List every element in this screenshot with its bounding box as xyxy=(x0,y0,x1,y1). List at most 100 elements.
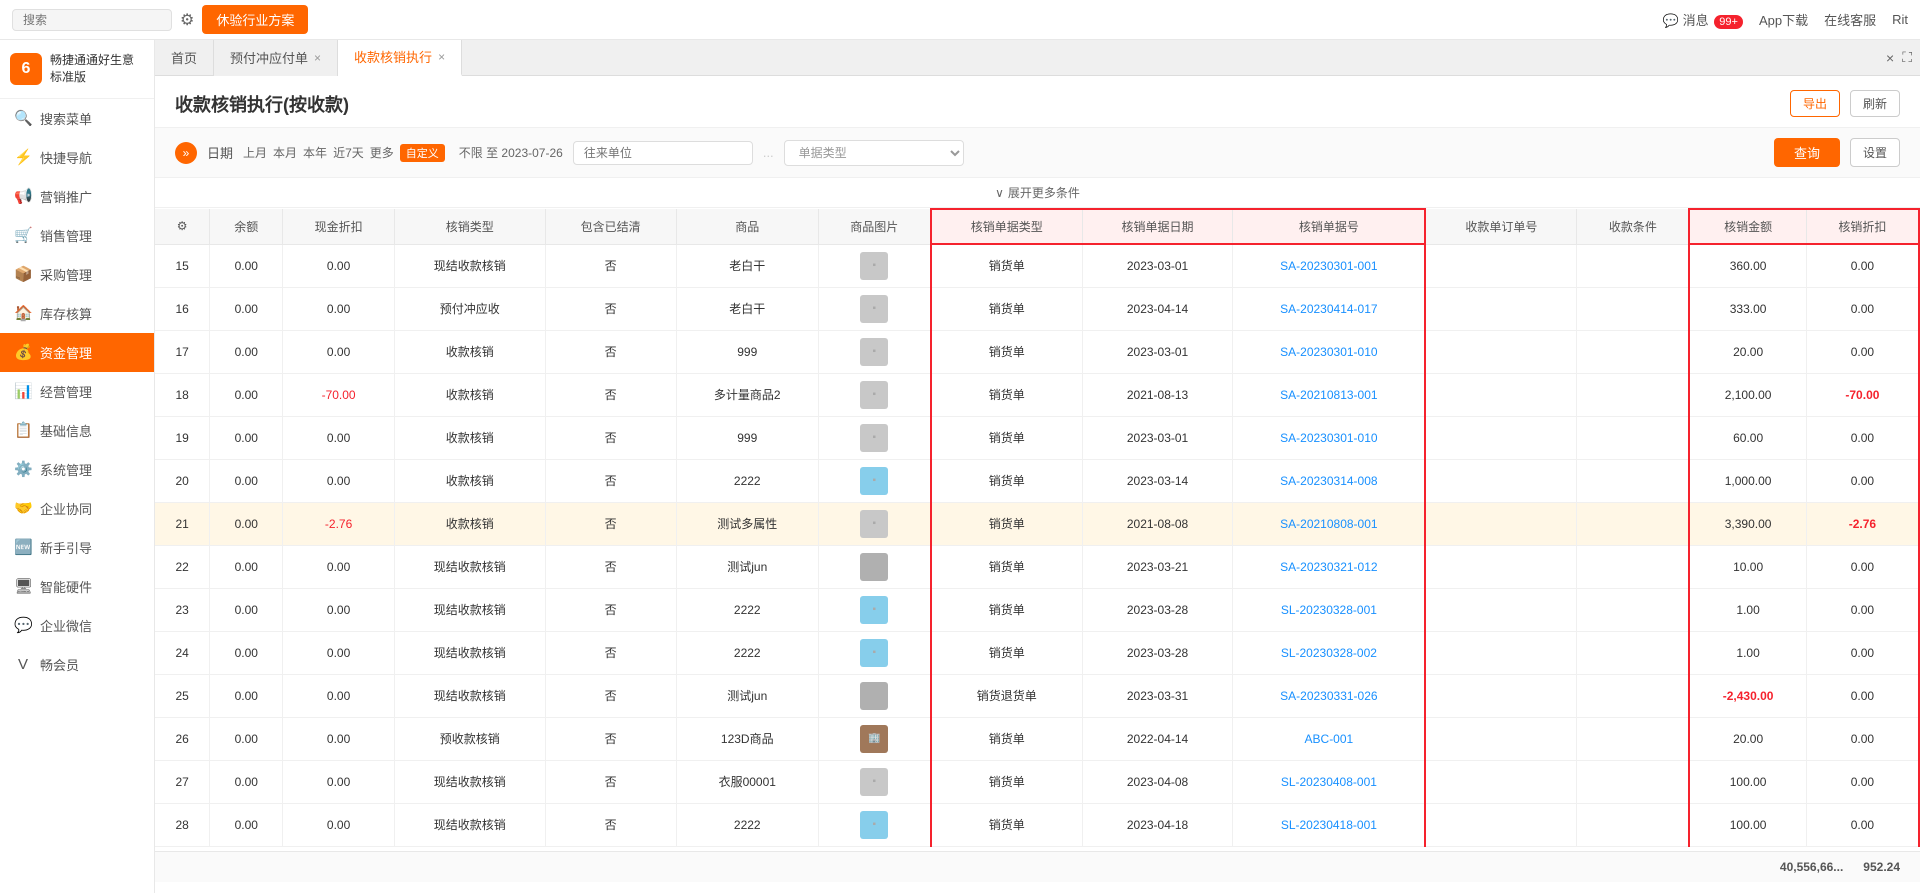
cell-cash-discount: 0.00 xyxy=(283,760,395,803)
cell-doc-no: SA-20230321-012 xyxy=(1233,545,1426,588)
sidebar-item-system[interactable]: ⚙️ 系统管理 xyxy=(0,450,154,489)
sidebar-item-marketing[interactable]: 📢 营销推广 xyxy=(0,177,154,216)
cell-no: 15 xyxy=(155,244,210,287)
user-label[interactable]: Rit xyxy=(1892,12,1908,27)
tab-receipt-writeoff-close[interactable]: × xyxy=(438,50,445,64)
filter-expand-button[interactable]: » xyxy=(175,142,197,164)
refresh-button[interactable]: 刷新 xyxy=(1850,90,1900,117)
sidebar-item-smart-hw[interactable]: 🖥 智能硬件 xyxy=(0,567,154,606)
cell-writeoff-discount: 0.00 xyxy=(1806,588,1919,631)
cell-goods-img: ▪ xyxy=(818,803,931,846)
tab-prepay-close[interactable]: × xyxy=(314,51,321,65)
cell-receipt-condition xyxy=(1577,803,1690,846)
sidebar-label-finance: 资金管理 xyxy=(40,343,92,362)
chevron-down-icon: ∨ xyxy=(995,186,1004,200)
sidebar-item-quick-nav[interactable]: ⚡ 快捷导航 xyxy=(0,138,154,177)
doc-no-link[interactable]: SL-20230328-001 xyxy=(1281,603,1377,617)
sidebar-item-inventory[interactable]: 🏠 库存核算 xyxy=(0,294,154,333)
sidebar-item-vip[interactable]: V 畅会员 xyxy=(0,645,154,684)
doc-no-link[interactable]: SA-20230301-010 xyxy=(1280,345,1377,359)
filter-more-date[interactable]: 更多 xyxy=(370,144,394,161)
industry-plan-button[interactable]: 休验行业方案 xyxy=(202,5,308,34)
tab-prepay[interactable]: 预付冲应付单 × xyxy=(214,40,338,76)
filter-source-input[interactable] xyxy=(573,141,753,165)
doc-no-link[interactable]: SL-20230408-001 xyxy=(1281,775,1377,789)
doc-no-link[interactable]: SA-20210813-001 xyxy=(1280,388,1377,402)
query-button[interactable]: 查询 xyxy=(1774,138,1840,167)
doc-no-link[interactable]: SA-20230414-017 xyxy=(1280,302,1377,316)
table-footer: 40,556,66... 952.24 xyxy=(155,851,1920,882)
doc-no-link[interactable]: SA-20230314-008 xyxy=(1280,474,1377,488)
cell-writeoff-type: 现结收款核销 xyxy=(394,588,545,631)
sidebar-item-search-menu[interactable]: 🔍 搜索菜单 xyxy=(0,99,154,138)
sidebar-item-corp-collab[interactable]: 🤝 企业协同 xyxy=(0,489,154,528)
col-settings[interactable]: ⚙ xyxy=(155,209,210,244)
message-label[interactable]: 💬 消息 99+ xyxy=(1663,10,1743,29)
settings-button[interactable]: 设置 xyxy=(1850,138,1900,167)
cell-no: 24 xyxy=(155,631,210,674)
cell-writeoff-type: 现结收款核销 xyxy=(394,803,545,846)
cell-writeoff-discount: 0.00 xyxy=(1806,545,1919,588)
doc-no-link[interactable]: SA-20230321-012 xyxy=(1280,560,1377,574)
sidebar-label-guide: 新手引导 xyxy=(40,538,92,557)
cell-doc-date: 2021-08-08 xyxy=(1082,502,1233,545)
doc-no-link[interactable]: SL-20230418-001 xyxy=(1281,818,1377,832)
filter-source-dots: ... xyxy=(763,145,774,160)
tab-close-all-button[interactable]: × xyxy=(1886,50,1894,66)
cell-goods-img xyxy=(818,545,931,588)
tab-receipt-writeoff[interactable]: 收款核销执行 × xyxy=(338,40,462,76)
online-service-link[interactable]: 在线客服 xyxy=(1824,10,1876,29)
cell-doc-type: 销货退货单 xyxy=(931,674,1082,717)
filter-last-month[interactable]: 上月 xyxy=(243,144,267,161)
cell-doc-type: 销货单 xyxy=(931,459,1082,502)
col-receipt-condition: 收款条件 xyxy=(1577,209,1690,244)
cell-doc-date: 2021-08-13 xyxy=(1082,373,1233,416)
cell-no: 19 xyxy=(155,416,210,459)
cell-writeoff-discount: 0.00 xyxy=(1806,631,1919,674)
top-search-input[interactable] xyxy=(12,9,172,31)
app-download-link[interactable]: App下载 xyxy=(1759,10,1808,29)
cell-no: 27 xyxy=(155,760,210,803)
sidebar-item-sales[interactable]: 🛒 销售管理 xyxy=(0,216,154,255)
cell-receipt-order-no xyxy=(1425,631,1576,674)
doc-no-link[interactable]: SA-20230301-001 xyxy=(1280,259,1377,273)
cell-writeoff-discount: 0.00 xyxy=(1806,803,1919,846)
cell-include-settled: 否 xyxy=(545,631,676,674)
cell-writeoff-amount: 10.00 xyxy=(1689,545,1806,588)
cell-no: 20 xyxy=(155,459,210,502)
doc-no-link[interactable]: SA-20210808-001 xyxy=(1280,517,1377,531)
doc-no-link[interactable]: SL-20230328-002 xyxy=(1281,646,1377,660)
doc-no-link[interactable]: SA-20230301-010 xyxy=(1280,431,1377,445)
col-goods: 商品 xyxy=(676,209,818,244)
export-button[interactable]: 导出 xyxy=(1790,90,1840,117)
sidebar-item-operations[interactable]: 📊 经营管理 xyxy=(0,372,154,411)
filter-custom-button[interactable]: 自定义 xyxy=(400,144,445,162)
doc-no-link[interactable]: ABC-001 xyxy=(1305,732,1354,746)
sidebar-item-purchase[interactable]: 📦 采购管理 xyxy=(0,255,154,294)
sidebar-item-guide[interactable]: 🆕 新手引导 xyxy=(0,528,154,567)
tab-home[interactable]: 首页 xyxy=(155,40,214,76)
cell-balance: 0.00 xyxy=(210,760,283,803)
sidebar-item-basic-info[interactable]: 📋 基础信息 xyxy=(0,411,154,450)
filter-expand-more[interactable]: ∨ 展开更多条件 xyxy=(155,178,1920,208)
cell-receipt-order-no xyxy=(1425,244,1576,287)
cell-doc-no: SA-20230301-010 xyxy=(1233,416,1426,459)
filter-voucher-type-select[interactable]: 单据类型 xyxy=(784,140,964,166)
filter-7days[interactable]: 近7天 xyxy=(333,144,364,161)
cell-include-settled: 否 xyxy=(545,287,676,330)
marketing-icon: 📢 xyxy=(14,187,32,205)
cell-doc-date: 2022-04-14 xyxy=(1082,717,1233,760)
cell-goods: 123D商品 xyxy=(676,717,818,760)
doc-no-link[interactable]: SA-20230331-026 xyxy=(1280,689,1377,703)
settings-icon[interactable]: ⚙ xyxy=(180,10,194,30)
cell-goods: 老白干 xyxy=(676,287,818,330)
filter-date-label: 日期 xyxy=(207,143,233,162)
cell-writeoff-type: 收款核销 xyxy=(394,502,545,545)
basic-info-icon: 📋 xyxy=(14,421,32,439)
sidebar-item-finance[interactable]: 💰 资金管理 xyxy=(0,333,154,372)
tab-expand-button[interactable]: ⛶ xyxy=(1902,49,1912,66)
top-bar-left: ⚙ 休验行业方案 xyxy=(12,5,308,34)
filter-this-year[interactable]: 本年 xyxy=(303,144,327,161)
sidebar-item-corp-wechat[interactable]: 💬 企业微信 xyxy=(0,606,154,645)
filter-this-month[interactable]: 本月 xyxy=(273,144,297,161)
